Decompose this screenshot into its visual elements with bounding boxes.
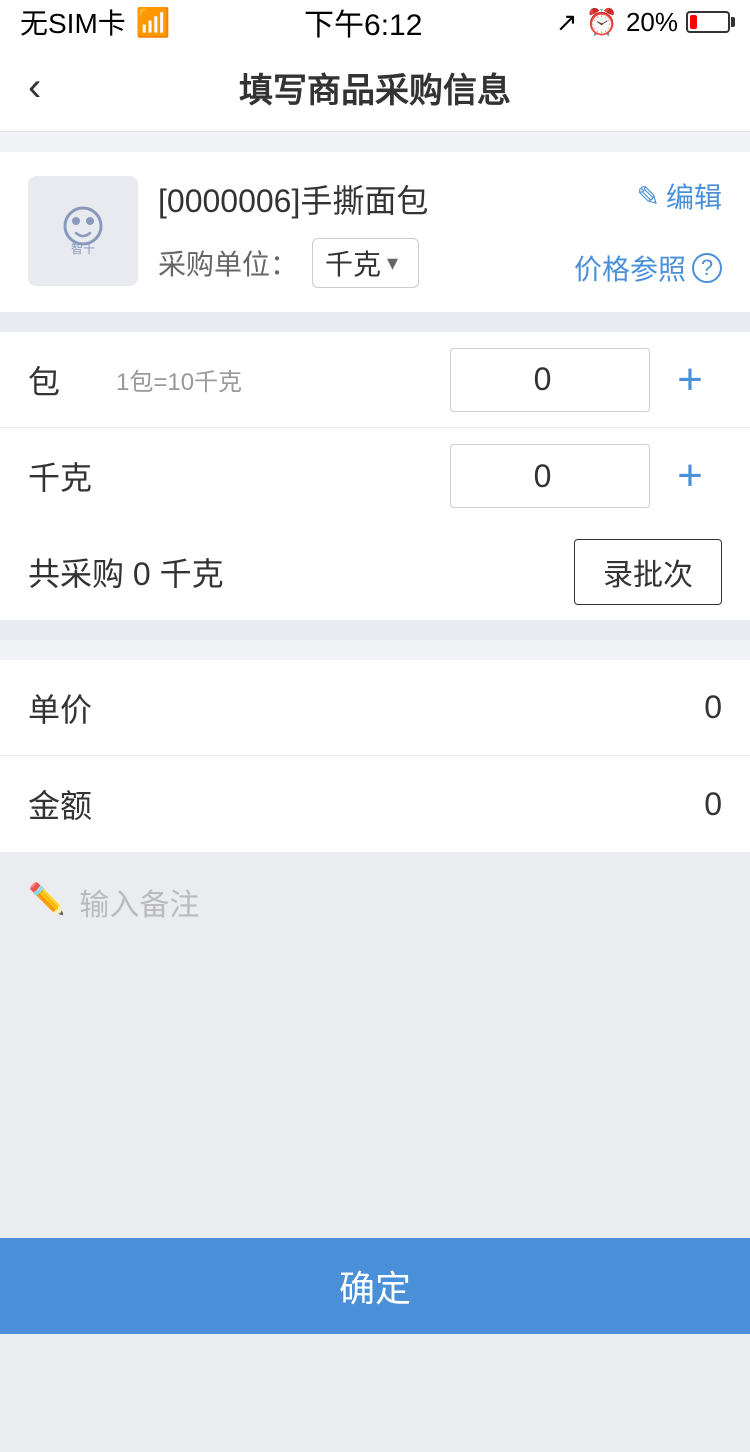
section-divider-2 — [0, 620, 750, 640]
note-section[interactable]: ✏️ 输入备注 — [0, 852, 750, 1052]
bag-input-row: 包 1包=10千克 + — [0, 332, 750, 428]
price-ref-label: 价格参照 — [574, 248, 686, 288]
amount-label: 金额 — [28, 781, 92, 827]
product-image: 智十 — [28, 176, 138, 286]
amount-row: 金额 0 — [0, 756, 750, 852]
edit-icon: ✎ — [637, 180, 660, 213]
edit-label: 编辑 — [666, 176, 722, 216]
status-bar: 无SIM卡 📶 下午6:12 ↗ ⏰ 20% — [0, 0, 750, 44]
kg-input-row: 千克 + — [0, 428, 750, 524]
wifi-icon: 📶 — [136, 6, 171, 39]
pencil-icon: ✏️ — [28, 882, 65, 917]
kg-field-wrap: + — [450, 444, 722, 508]
unit-price-value: 0 — [704, 689, 722, 726]
nav-bar: ‹ 填写商品采购信息 — [0, 44, 750, 132]
unit-price-row: 单价 0 — [0, 660, 750, 756]
summary-amount: 0 — [133, 556, 151, 592]
unit-value: 千克 — [325, 243, 381, 283]
kg-plus-button[interactable]: + — [658, 444, 722, 508]
note-placeholder: 输入备注 — [79, 880, 199, 924]
status-left: 无SIM卡 📶 — [20, 2, 171, 42]
product-card: 智十 [0000006]手撕面包 采购单位： 千克 ▾ ✎ 编辑 价格参照 ? — [0, 152, 750, 312]
summary-unit: 千克 — [160, 556, 224, 592]
confirm-button[interactable]: 确定 — [0, 1238, 750, 1334]
battery-icon — [686, 11, 730, 33]
carrier-label: 无SIM卡 — [20, 2, 126, 42]
edit-button[interactable]: ✎ 编辑 — [637, 176, 722, 216]
summary-text: 共采购 0 千克 — [28, 549, 224, 595]
input-section: 包 1包=10千克 + 千克 + — [0, 332, 750, 524]
back-button[interactable]: ‹ — [28, 65, 41, 110]
product-logo-svg: 智十 — [43, 201, 123, 261]
battery-percent: 20% — [626, 7, 678, 38]
alarm-icon: ⏰ — [586, 7, 618, 38]
record-batch-button[interactable]: 录批次 — [574, 539, 722, 605]
page-title: 填写商品采购信息 — [239, 63, 511, 112]
location-icon: ↗ — [556, 7, 578, 38]
bag-input[interactable] — [450, 348, 650, 412]
unit-dropdown-arrow: ▾ — [387, 250, 398, 276]
status-right: ↗ ⏰ 20% — [556, 7, 730, 38]
kg-label: 千克 — [28, 453, 108, 499]
unit-price-label: 单价 — [28, 685, 92, 731]
section-divider-1 — [0, 312, 750, 332]
bag-field-wrap: + — [450, 348, 722, 412]
kg-input[interactable] — [450, 444, 650, 508]
unit-label: 采购单位： — [158, 243, 298, 283]
unit-select[interactable]: 千克 ▾ — [312, 238, 419, 288]
bag-plus-button[interactable]: + — [658, 348, 722, 412]
bag-sublabel: 1包=10千克 — [116, 362, 450, 397]
summary-label: 共采购 — [28, 556, 124, 592]
price-ref-button[interactable]: 价格参照 ? — [574, 248, 722, 288]
amount-value: 0 — [704, 786, 722, 823]
status-time: 下午6:12 — [304, 0, 422, 44]
price-section: 单价 0 金额 0 — [0, 660, 750, 852]
info-icon: ? — [692, 253, 722, 283]
svg-text:智十: 智十 — [71, 241, 95, 256]
summary-row: 共采购 0 千克 录批次 — [0, 524, 750, 620]
bag-label: 包 — [28, 357, 108, 403]
